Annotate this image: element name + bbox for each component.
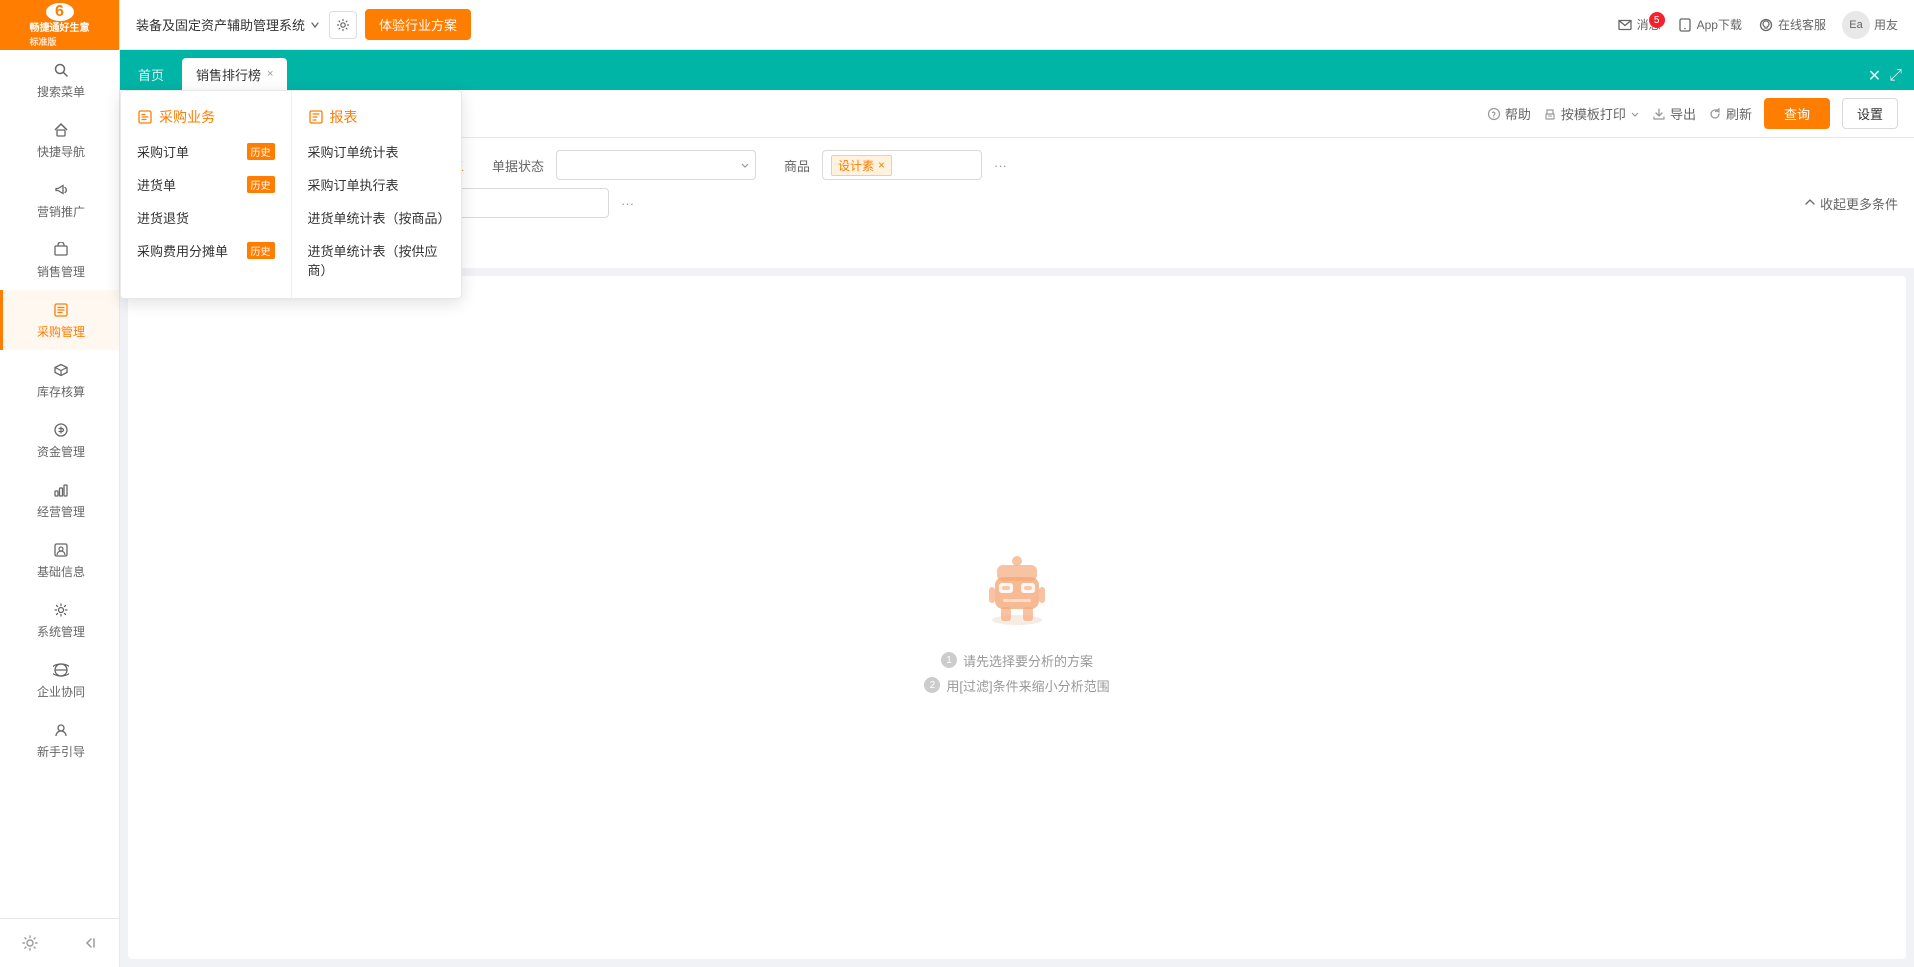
sidebar-item-marketing[interactable]: 营销推广 (0, 170, 119, 230)
search-icon (51, 60, 71, 80)
sidebar-item-base-info[interactable]: 基础信息 (0, 530, 119, 590)
salesperson-more[interactable]: ··· (621, 196, 634, 211)
query-btn[interactable]: 查询 (1764, 98, 1830, 129)
goods-tag-close[interactable]: × (878, 158, 885, 172)
system-title-dropdown[interactable]: 装备及固定资产辅助管理系统 (136, 15, 321, 34)
enterprise-icon (51, 660, 71, 680)
tab-close-all-btn[interactable]: ✕ (1868, 66, 1881, 86)
empty-tip-2: 2 用[过滤]条件来缩小分析范围 (924, 676, 1109, 695)
system-title: 装备及固定资产辅助管理系统 (136, 15, 305, 34)
purchase-icon (51, 300, 71, 320)
dropdown-item-po-exec[interactable]: 采购订单执行表 (292, 168, 462, 201)
goods-tag: 设计素 × (831, 155, 892, 176)
dropdown-item-goods-in[interactable]: 进货单 历史 (121, 168, 291, 201)
help-btn[interactable]: 帮助 (1487, 104, 1531, 123)
sidebar-item-system[interactable]: 系统管理 (0, 590, 119, 650)
sidebar-item-operations[interactable]: 经营管理 (0, 470, 119, 530)
tabbar: 首页 销售排行榜 × ✕ ⤢ (120, 50, 1914, 90)
topbar: 装备及固定资产辅助管理系统 体验行业方案 消息 5 App下载 在线客服 (120, 0, 1914, 50)
app-download-btn[interactable]: App下载 (1677, 16, 1742, 33)
empty-state: 1 请先选择要分析的方案 2 用[过滤]条件来缩小分析范围 (128, 276, 1906, 959)
doc-status-select[interactable] (556, 150, 756, 180)
sidebar-item-newbie[interactable]: 新手引导 (0, 710, 119, 770)
newbie-icon (51, 720, 71, 740)
sales-icon (51, 240, 71, 260)
logo-text: 畅捷通好生意 标准版 (30, 23, 90, 48)
base-info-icon (51, 540, 71, 560)
message-badge: 5 (1649, 12, 1665, 28)
goods-more[interactable]: ··· (994, 158, 1007, 173)
avatar: Ea (1842, 11, 1870, 39)
inventory-icon (51, 360, 71, 380)
dropdown-item-purchase-fee[interactable]: 采购费用分摊单 历史 (121, 234, 291, 267)
doc-status-select-wrap (556, 150, 756, 180)
message-btn[interactable]: 消息 5 (1617, 16, 1661, 33)
settings-bottom-btn[interactable] (14, 927, 46, 959)
history-tag: 历史 (247, 242, 275, 259)
dropdown-item-goods-stat-by-goods[interactable]: 进货单统计表（按商品） (292, 201, 462, 234)
dropdown-item-purchase-order[interactable]: 采购订单 历史 (121, 135, 291, 168)
dropdown-item-goods-return[interactable]: 进货退货 (121, 201, 291, 234)
sidebar-item-quick-nav[interactable]: 快捷导航 (0, 110, 119, 170)
online-service-btn[interactable]: 在线客服 (1758, 16, 1826, 33)
tab-close-btn[interactable]: × (267, 68, 273, 80)
history-tag: 历史 (247, 143, 275, 160)
dropdown-item-goods-stat-by-supplier[interactable]: 进货单统计表（按供应商） (292, 234, 462, 286)
system-icon (51, 600, 71, 620)
purchase-section-title: 采购业务 (121, 103, 291, 135)
empty-illustration (967, 535, 1067, 635)
sidebar: 6 畅捷通好生意 标准版 搜索菜单 快捷导航 营销推广 销售管理 采 (0, 0, 120, 967)
sidebar-item-purchase[interactable]: 采购管理 (0, 290, 119, 350)
industry-btn[interactable]: 体验行业方案 (365, 9, 471, 40)
print-btn[interactable]: 按模板打印 (1543, 104, 1640, 123)
sidebar-item-enterprise[interactable]: 企业协同 (0, 650, 119, 710)
doc-status-label: 单据状态 (492, 156, 544, 175)
megaphone-icon (51, 180, 71, 200)
user-avatar[interactable]: Ea 用友 (1842, 11, 1898, 39)
dropdown-item-po-stat[interactable]: 采购订单统计表 (292, 135, 462, 168)
sidebar-item-sales[interactable]: 销售管理 (0, 230, 119, 290)
app-logo: 6 畅捷通好生意 标准版 (0, 0, 119, 50)
finance-icon (51, 420, 71, 440)
export-btn[interactable]: 导出 (1652, 104, 1696, 123)
refresh-btn[interactable]: 刷新 (1708, 104, 1752, 123)
sidebar-item-finance[interactable]: 资金管理 (0, 410, 119, 470)
logo-icon: 6 (46, 3, 74, 21)
operations-icon (51, 480, 71, 500)
tab-sales-rank[interactable]: 销售排行榜 × (182, 58, 287, 90)
sidebar-bottom (0, 918, 119, 967)
dropdown-menu: 采购业务 采购订单 历史 进货单 历史 进货退货 采购费用分摊单 历史 报表 采… (120, 90, 462, 299)
tabbar-right: ✕ ⤢ (1868, 66, 1914, 90)
purchase-col: 采购业务 采购订单 历史 进货单 历史 进货退货 采购费用分摊单 历史 (121, 91, 292, 298)
home-icon (51, 120, 71, 140)
topbar-right: 消息 5 App下载 在线客服 Ea 用友 (1617, 11, 1898, 39)
report-col: 报表 采购订单统计表 采购订单执行表 进货单统计表（按商品） 进货单统计表（按供… (292, 91, 462, 298)
collapse-sidebar-btn[interactable] (73, 927, 105, 959)
tab-home[interactable]: 首页 (124, 58, 178, 90)
setting-btn[interactable]: 设置 (1842, 98, 1898, 129)
empty-tip-1: 1 请先选择要分析的方案 (941, 651, 1093, 670)
sidebar-item-inventory[interactable]: 库存核算 (0, 350, 119, 410)
goods-input[interactable]: 设计素 × (822, 150, 982, 180)
tab-fullscreen-btn[interactable]: ⤢ (1889, 67, 1902, 85)
history-tag: 历史 (247, 176, 275, 193)
goods-label: 商品 (784, 156, 810, 175)
collapse-btn[interactable]: 收起更多条件 (1804, 194, 1898, 213)
sidebar-item-search[interactable]: 搜索菜单 (0, 50, 119, 110)
settings-gear-btn[interactable] (329, 11, 357, 39)
report-section-title: 报表 (292, 103, 462, 135)
